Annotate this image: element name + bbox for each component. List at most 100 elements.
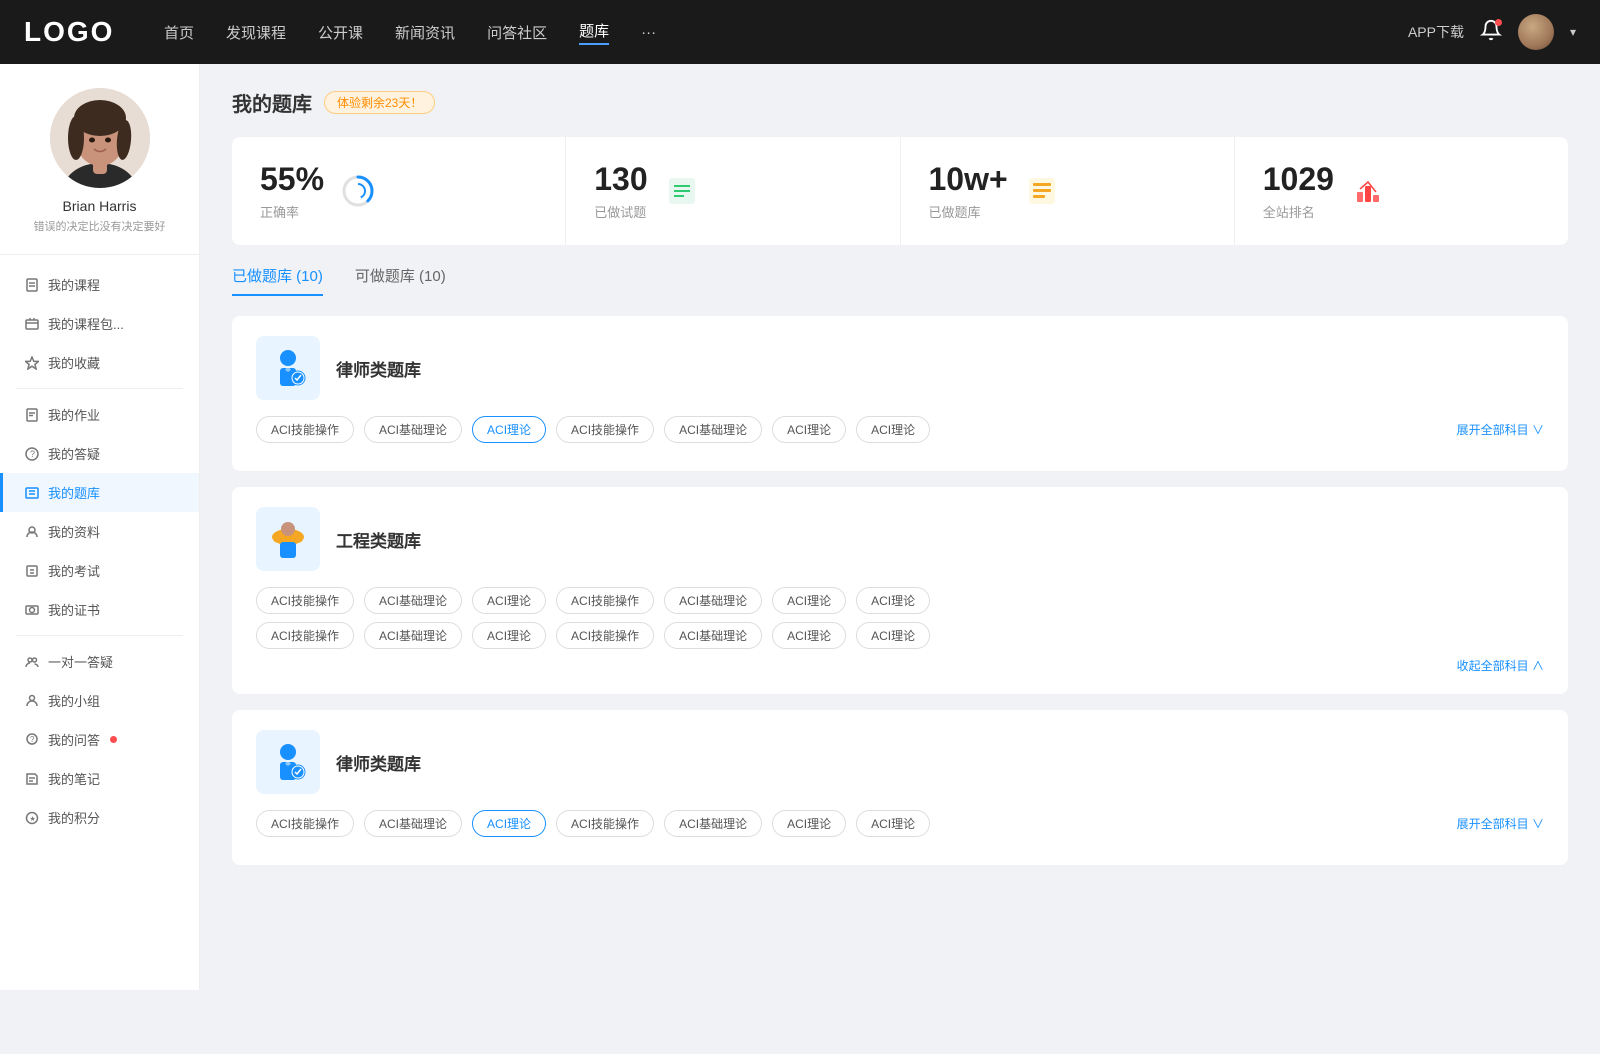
book-icon xyxy=(1024,173,1060,209)
rank-label: 全站排名 xyxy=(1263,202,1334,221)
tag-1-1[interactable]: ACI基础理论 xyxy=(364,587,462,614)
nav-quiz[interactable]: 题库 xyxy=(579,20,609,45)
done-lib-label: 已做题库 xyxy=(929,202,1008,221)
profile-doc-icon xyxy=(24,524,40,540)
profile-avatar[interactable] xyxy=(50,88,150,188)
sidebar-item-my-qa[interactable]: ? 我的问答 xyxy=(0,720,199,759)
cert-icon xyxy=(24,602,40,618)
sidebar-item-exam[interactable]: 我的考试 xyxy=(0,551,199,590)
done-q-label: 已做试题 xyxy=(594,202,647,221)
library-icon-lawyer-0 xyxy=(256,336,320,400)
nav-discover[interactable]: 发现课程 xyxy=(226,22,286,43)
library-card-2: 律师类题库 ACI技能操作 ACI基础理论 ACI理论 ACI技能操作 ACI基… xyxy=(232,710,1568,865)
tab-available-quiz[interactable]: 可做题库 (10) xyxy=(355,265,446,296)
sidebar-label-notes: 我的笔记 xyxy=(48,769,100,788)
collapse-link-1[interactable]: 收起全部科目 ∧ xyxy=(256,657,1544,674)
sidebar-item-notes[interactable]: 我的笔记 xyxy=(0,759,199,798)
expand-link-2[interactable]: 展开全部科目 ∨ xyxy=(1457,815,1544,832)
accuracy-value: 55% xyxy=(260,161,324,198)
sidebar-label-package: 我的课程包... xyxy=(48,314,124,333)
lawyer-svg-2 xyxy=(264,738,312,786)
nav-right: APP下载 ▾ xyxy=(1408,14,1576,50)
tag-1-0[interactable]: ACI技能操作 xyxy=(256,587,354,614)
sidebar-item-course[interactable]: 我的课程 xyxy=(0,265,199,304)
tag-1b-1[interactable]: ACI基础理论 xyxy=(364,622,462,649)
tag-0-2[interactable]: ACI理论 xyxy=(472,416,546,443)
avatar-chevron-icon[interactable]: ▾ xyxy=(1570,25,1576,39)
tag-1b-4[interactable]: ACI基础理论 xyxy=(664,622,762,649)
tag-1-5[interactable]: ACI理论 xyxy=(772,587,846,614)
sidebar-label-course: 我的课程 xyxy=(48,275,100,294)
tag-0-0[interactable]: ACI技能操作 xyxy=(256,416,354,443)
page-wrapper: Brian Harris 错误的决定比没有决定要好 我的课程 我的课程包... xyxy=(0,64,1600,990)
sidebar-item-points[interactable]: ★ 我的积分 xyxy=(0,798,199,837)
tag-1-2[interactable]: ACI理论 xyxy=(472,587,546,614)
sidebar-label-homework: 我的作业 xyxy=(48,405,100,424)
tab-done-quiz[interactable]: 已做题库 (10) xyxy=(232,265,323,296)
sidebar-label-points: 我的积分 xyxy=(48,808,100,827)
nav-open-course[interactable]: 公开课 xyxy=(318,22,363,43)
tag-1b-2[interactable]: ACI理论 xyxy=(472,622,546,649)
sidebar-label-one-one: 一对一答疑 xyxy=(48,652,113,671)
tabs-bar: 已做题库 (10) 可做题库 (10) xyxy=(232,265,1568,296)
sidebar-item-homework[interactable]: 我的作业 xyxy=(0,395,199,434)
tag-2-1[interactable]: ACI基础理论 xyxy=(364,810,462,837)
stats-row: 55% 正确率 130 已做试题 xyxy=(232,137,1568,245)
rank-icon xyxy=(1350,173,1386,209)
tags-row-0: ACI技能操作 ACI基础理论 ACI理论 ACI技能操作 ACI基础理论 AC… xyxy=(256,416,1544,443)
sidebar-menu: 我的课程 我的课程包... 我的收藏 xyxy=(0,265,199,837)
tag-1b-5[interactable]: ACI理论 xyxy=(772,622,846,649)
stat-done-questions: 130 已做试题 xyxy=(566,137,900,245)
tag-2-6[interactable]: ACI理论 xyxy=(856,810,930,837)
tag-0-5[interactable]: ACI理论 xyxy=(772,416,846,443)
notification-bell[interactable] xyxy=(1480,19,1502,46)
library-header-0: 律师类题库 xyxy=(256,336,1544,400)
nav-more[interactable]: ··· xyxy=(641,24,656,41)
note-icon xyxy=(24,771,40,787)
sidebar-item-quiz[interactable]: 我的题库 xyxy=(0,473,199,512)
tag-1-6[interactable]: ACI理论 xyxy=(856,587,930,614)
nav-news[interactable]: 新闻资讯 xyxy=(395,22,455,43)
nav-home[interactable]: 首页 xyxy=(164,22,194,43)
library-card-0: 律师类题库 ACI技能操作 ACI基础理论 ACI理论 ACI技能操作 ACI基… xyxy=(232,316,1568,471)
tag-1-4[interactable]: ACI基础理论 xyxy=(664,587,762,614)
library-name-2: 律师类题库 xyxy=(336,750,421,775)
tag-0-4[interactable]: ACI基础理论 xyxy=(664,416,762,443)
profile-name: Brian Harris xyxy=(63,198,137,214)
stat-done-libraries: 10w+ 已做题库 xyxy=(901,137,1235,245)
tag-2-5[interactable]: ACI理论 xyxy=(772,810,846,837)
accuracy-label: 正确率 xyxy=(260,202,324,221)
navbar: LOGO 首页 发现课程 公开课 新闻资讯 问答社区 题库 ··· APP下载 … xyxy=(0,0,1600,64)
tag-2-3[interactable]: ACI技能操作 xyxy=(556,810,654,837)
svg-text:?: ? xyxy=(30,735,35,744)
library-icon-engineer-1 xyxy=(256,507,320,571)
sidebar-item-qa-ask[interactable]: ? 我的答疑 xyxy=(0,434,199,473)
group-icon xyxy=(24,693,40,709)
app-download-button[interactable]: APP下载 xyxy=(1408,22,1464,42)
logo[interactable]: LOGO xyxy=(24,16,124,48)
sidebar-item-one-one[interactable]: 一对一答疑 xyxy=(0,642,199,681)
stat-done-lib-text: 10w+ 已做题库 xyxy=(929,161,1008,221)
tags-row-1b: ACI技能操作 ACI基础理论 ACI理论 ACI技能操作 ACI基础理论 AC… xyxy=(256,622,1544,649)
sidebar-item-group[interactable]: 我的小组 xyxy=(0,681,199,720)
tag-2-0[interactable]: ACI技能操作 xyxy=(256,810,354,837)
sidebar-item-cert[interactable]: 我的证书 xyxy=(0,590,199,629)
sidebar-label-profile-doc: 我的资料 xyxy=(48,522,100,541)
tag-1b-3[interactable]: ACI技能操作 xyxy=(556,622,654,649)
nav-qa[interactable]: 问答社区 xyxy=(487,22,547,43)
tag-2-2[interactable]: ACI理论 xyxy=(472,810,546,837)
expand-link-0[interactable]: 展开全部科目 ∨ xyxy=(1457,421,1544,438)
tag-0-6[interactable]: ACI理论 xyxy=(856,416,930,443)
sidebar-item-favorites[interactable]: 我的收藏 xyxy=(0,343,199,382)
tag-0-3[interactable]: ACI技能操作 xyxy=(556,416,654,443)
sidebar-label-group: 我的小组 xyxy=(48,691,100,710)
tag-1b-0[interactable]: ACI技能操作 xyxy=(256,622,354,649)
stat-rank-text: 1029 全站排名 xyxy=(1263,161,1334,221)
tag-2-4[interactable]: ACI基础理论 xyxy=(664,810,762,837)
sidebar-item-profile-doc[interactable]: 我的资料 xyxy=(0,512,199,551)
sidebar-item-package[interactable]: 我的课程包... xyxy=(0,304,199,343)
tag-0-1[interactable]: ACI基础理论 xyxy=(364,416,462,443)
avatar[interactable] xyxy=(1518,14,1554,50)
tag-1-3[interactable]: ACI技能操作 xyxy=(556,587,654,614)
tag-1b-6[interactable]: ACI理论 xyxy=(856,622,930,649)
